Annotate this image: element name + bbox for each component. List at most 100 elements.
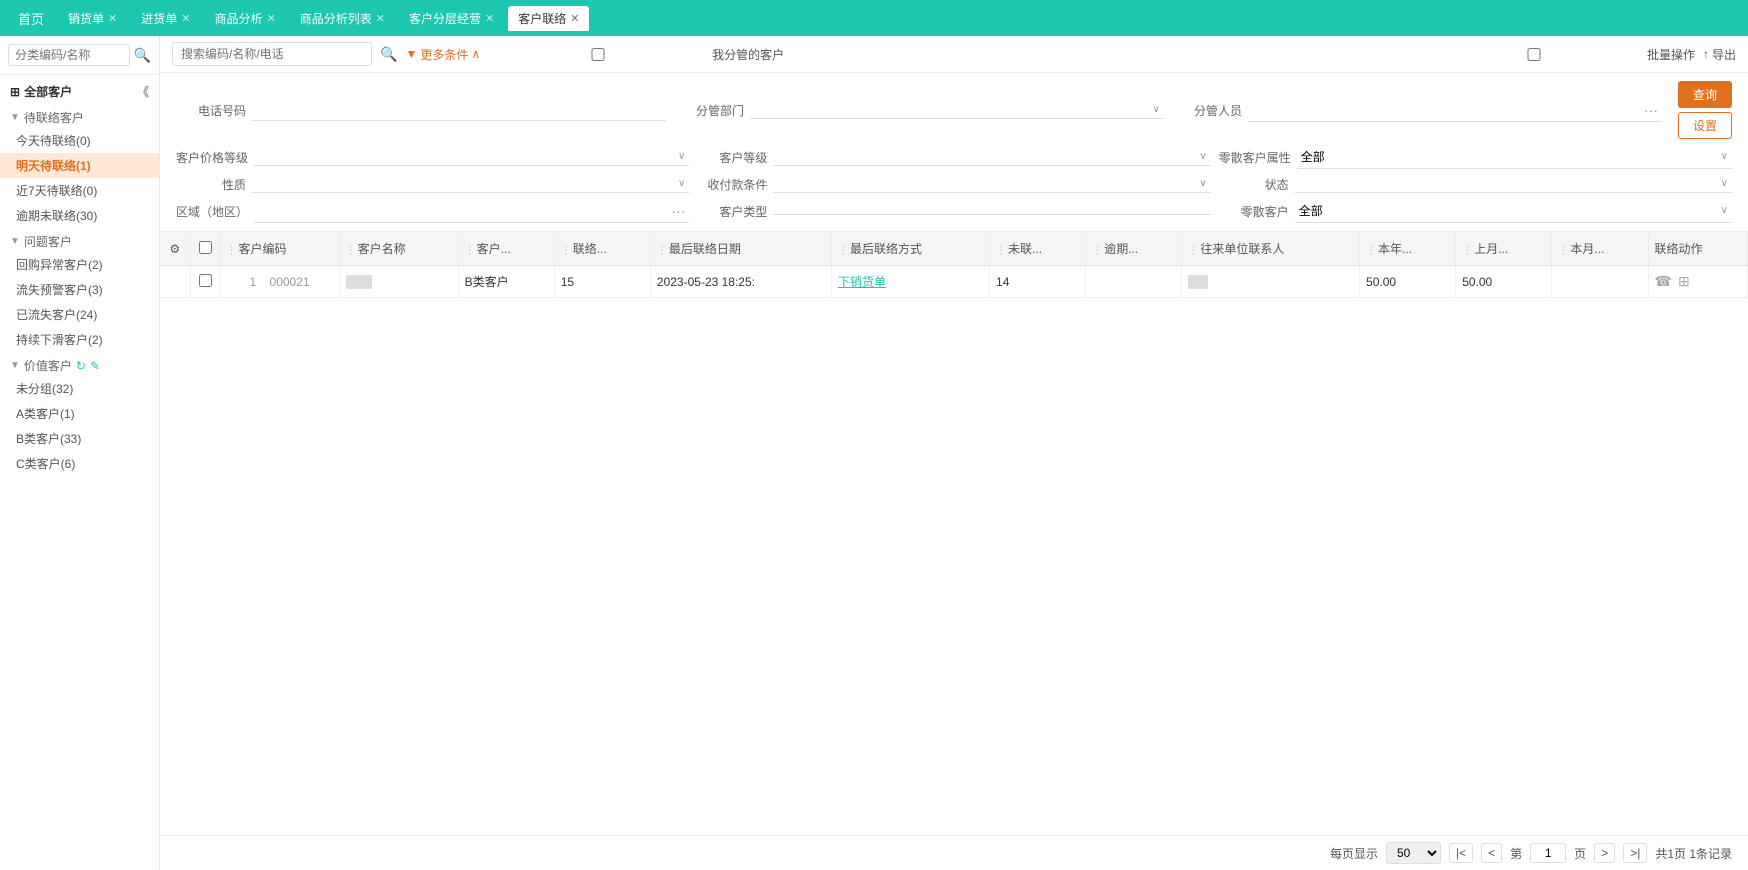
pending-contact-group[interactable]: ▼ 待联络客户 (0, 104, 159, 128)
close-icon[interactable]: ✕ (570, 12, 579, 25)
price-level-select[interactable]: ∨ (254, 148, 689, 166)
settings-col-header[interactable]: ⚙ (160, 232, 190, 266)
nav-tab-product-analysis[interactable]: 商品分析 ✕ (204, 6, 285, 31)
main-search-input[interactable] (172, 42, 372, 66)
more-icon[interactable]: ··· (671, 203, 685, 219)
filter-gender: 性质 ∨ (176, 175, 689, 193)
area-select[interactable]: ··· (254, 200, 689, 223)
nav-home[interactable]: 首页 (8, 5, 54, 32)
reset-button[interactable]: 设置 (1678, 112, 1732, 139)
nav-tab-product-analysis-list[interactable]: 商品分析列表 ✕ (290, 6, 395, 31)
grid-action-icon[interactable]: ⊞ (1678, 273, 1690, 290)
next-page-btn[interactable]: > (1594, 843, 1615, 863)
retail-attr-label: 零散客户属性 (1219, 149, 1291, 166)
phone-input[interactable] (252, 100, 666, 121)
nav-tab-customer-layering[interactable]: 客户分层经营 ✕ (399, 6, 504, 31)
sidebar-item-continuous-decline[interactable]: 持续下滑客户(2) (0, 327, 159, 352)
customer-type-label: 客户类型 (697, 203, 767, 220)
row-num-cell: 1 000021 (220, 266, 339, 298)
gender-select[interactable]: ∨ (252, 175, 689, 193)
row-checkbox-cell[interactable] (190, 266, 220, 298)
contacts-col-header: ⋮往来单位联系人 (1182, 232, 1360, 266)
nav-tab-sales[interactable]: 销货单 ✕ (58, 6, 127, 31)
checkbox-col-header[interactable] (190, 232, 220, 266)
status-select[interactable]: ∨ (1295, 175, 1732, 193)
more-icon[interactable]: ··· (1644, 102, 1658, 118)
close-icon[interactable]: ✕ (108, 12, 117, 25)
contact-person (1188, 275, 1208, 289)
customer-type-select[interactable] (773, 208, 1210, 215)
main-search-icon[interactable]: 🔍 (380, 46, 397, 63)
close-icon[interactable]: ✕ (376, 12, 385, 25)
sidebar: 🔍 ⊞ 全部客户 《 ▼ 待联络客户 今天待联络(0) 明天待联络(1) 近7天… (0, 36, 160, 870)
sidebar-item-already-lost[interactable]: 已流失客户(24) (0, 302, 159, 327)
prev-page-btn[interactable]: < (1481, 843, 1502, 863)
all-customers-header[interactable]: ⊞ 全部客户 《 (0, 75, 159, 104)
customer-table: ⚙ ⋮客户编码 ⋮客户名称 ⋮客户... ⋮联络... ⋮最后联络日期 ⋮最后联… (160, 232, 1748, 298)
sidebar-item-class-c[interactable]: C类客户(6) (0, 451, 159, 476)
retail-attr-select[interactable]: 全部 ∨ (1297, 145, 1732, 169)
sidebar-search-icon[interactable]: 🔍 (134, 47, 151, 64)
close-icon[interactable]: ✕ (181, 12, 190, 25)
close-icon[interactable]: ✕ (267, 12, 276, 25)
filter-row-3: 性质 ∨ 收付款条件 ∨ 状态 ∨ (176, 175, 1732, 193)
close-icon[interactable]: ✕ (485, 12, 494, 25)
sidebar-item-today-contact[interactable]: 今天待联络(0) (0, 128, 159, 153)
my-customers-checkbox[interactable]: 我分管的客户 (488, 46, 784, 63)
sidebar-search-area: 🔍 (0, 36, 159, 75)
chevron-down-icon: ∨ (1199, 151, 1206, 162)
nav-tab-purchase[interactable]: 进货单 ✕ (131, 6, 200, 31)
manager-label: 分管人员 (1172, 102, 1242, 119)
payment-select[interactable]: ∨ (773, 175, 1210, 193)
area-label: 区域（地区） (176, 203, 248, 220)
row-last-method-cell[interactable]: 下销货单 (831, 266, 989, 298)
sidebar-item-class-b[interactable]: B类客户(33) (0, 426, 159, 451)
overdue-col-header: ⋮逾期... (1086, 232, 1182, 266)
more-conditions-btn[interactable]: ▼ 更多条件 ∧ (405, 46, 480, 63)
value-customers-group[interactable]: ▼ 价值客户 ↻ ✎ (0, 352, 159, 376)
problem-customers-group[interactable]: ▼ 问题客户 (0, 228, 159, 252)
page-number-input[interactable] (1530, 843, 1566, 863)
customer-level-select[interactable]: ∨ (773, 148, 1210, 166)
manager-select[interactable]: ··· (1248, 99, 1662, 122)
my-customers-check[interactable] (488, 48, 708, 61)
bulk-operation-btn[interactable]: 批量操作 (1424, 46, 1695, 63)
gender-label: 性质 (176, 176, 246, 193)
nav-tab-customer-contact[interactable]: 客户联络 ✕ (508, 6, 589, 31)
chevron-down-icon: ∨ (1199, 178, 1206, 189)
filter-customer-level: 客户等级 ∨ (697, 148, 1210, 166)
row-type-cell: B类客户 (458, 266, 554, 298)
query-button[interactable]: 查询 (1678, 81, 1732, 108)
sidebar-item-week-contact[interactable]: 近7天待联络(0) (0, 178, 159, 203)
select-all-checkbox[interactable] (199, 241, 212, 254)
export-btn[interactable]: ↑ 导出 (1703, 46, 1736, 63)
collapse-icon[interactable]: 《 (137, 83, 149, 100)
contact-method-link[interactable]: 下销货单 (838, 275, 886, 289)
edit-icon[interactable]: ✎ (90, 359, 100, 373)
sidebar-item-tomorrow-contact[interactable]: 明天待联络(1) (0, 153, 159, 178)
action-col-header: 联络动作 (1648, 232, 1747, 266)
sidebar-item-class-a[interactable]: A类客户(1) (0, 401, 159, 426)
arrow-down-icon: ▼ (10, 360, 20, 371)
table-row: 1 000021 B类客户 15 2023-05-23 18:25: 下销货单 (160, 266, 1748, 298)
bulk-op-check[interactable] (1424, 48, 1644, 61)
dept-select[interactable]: ∨ (750, 101, 1164, 119)
sidebar-item-lost-risk[interactable]: 流失预警客户(3) (0, 277, 159, 302)
sidebar-item-ungrouped[interactable]: 未分组(32) (0, 376, 159, 401)
retail-customer-label: 零散客户 (1219, 203, 1289, 220)
customer-name (346, 275, 373, 289)
data-table-container: ⚙ ⋮客户编码 ⋮客户名称 ⋮客户... ⋮联络... ⋮最后联络日期 ⋮最后联… (160, 232, 1748, 835)
chevron-down-icon: ∨ (678, 178, 685, 189)
no-contact-col-header: ⋮未联... (990, 232, 1086, 266)
filter-status: 状态 ∨ (1219, 175, 1732, 193)
sidebar-item-overdue-contact[interactable]: 逾期未联络(30) (0, 203, 159, 228)
last-page-btn[interactable]: >| (1623, 843, 1647, 863)
refresh-icon[interactable]: ↻ (76, 359, 86, 373)
sidebar-item-repurchase-abnormal[interactable]: 回购异常客户(2) (0, 252, 159, 277)
phone-action-icon[interactable]: ☎ (1655, 273, 1672, 290)
first-page-btn[interactable]: |< (1449, 843, 1473, 863)
per-page-select[interactable]: 50 20 100 (1386, 842, 1441, 864)
retail-customer-select[interactable]: 全部 ∨ (1295, 199, 1732, 223)
sidebar-search-input[interactable] (8, 44, 130, 66)
row-checkbox[interactable] (199, 274, 212, 287)
